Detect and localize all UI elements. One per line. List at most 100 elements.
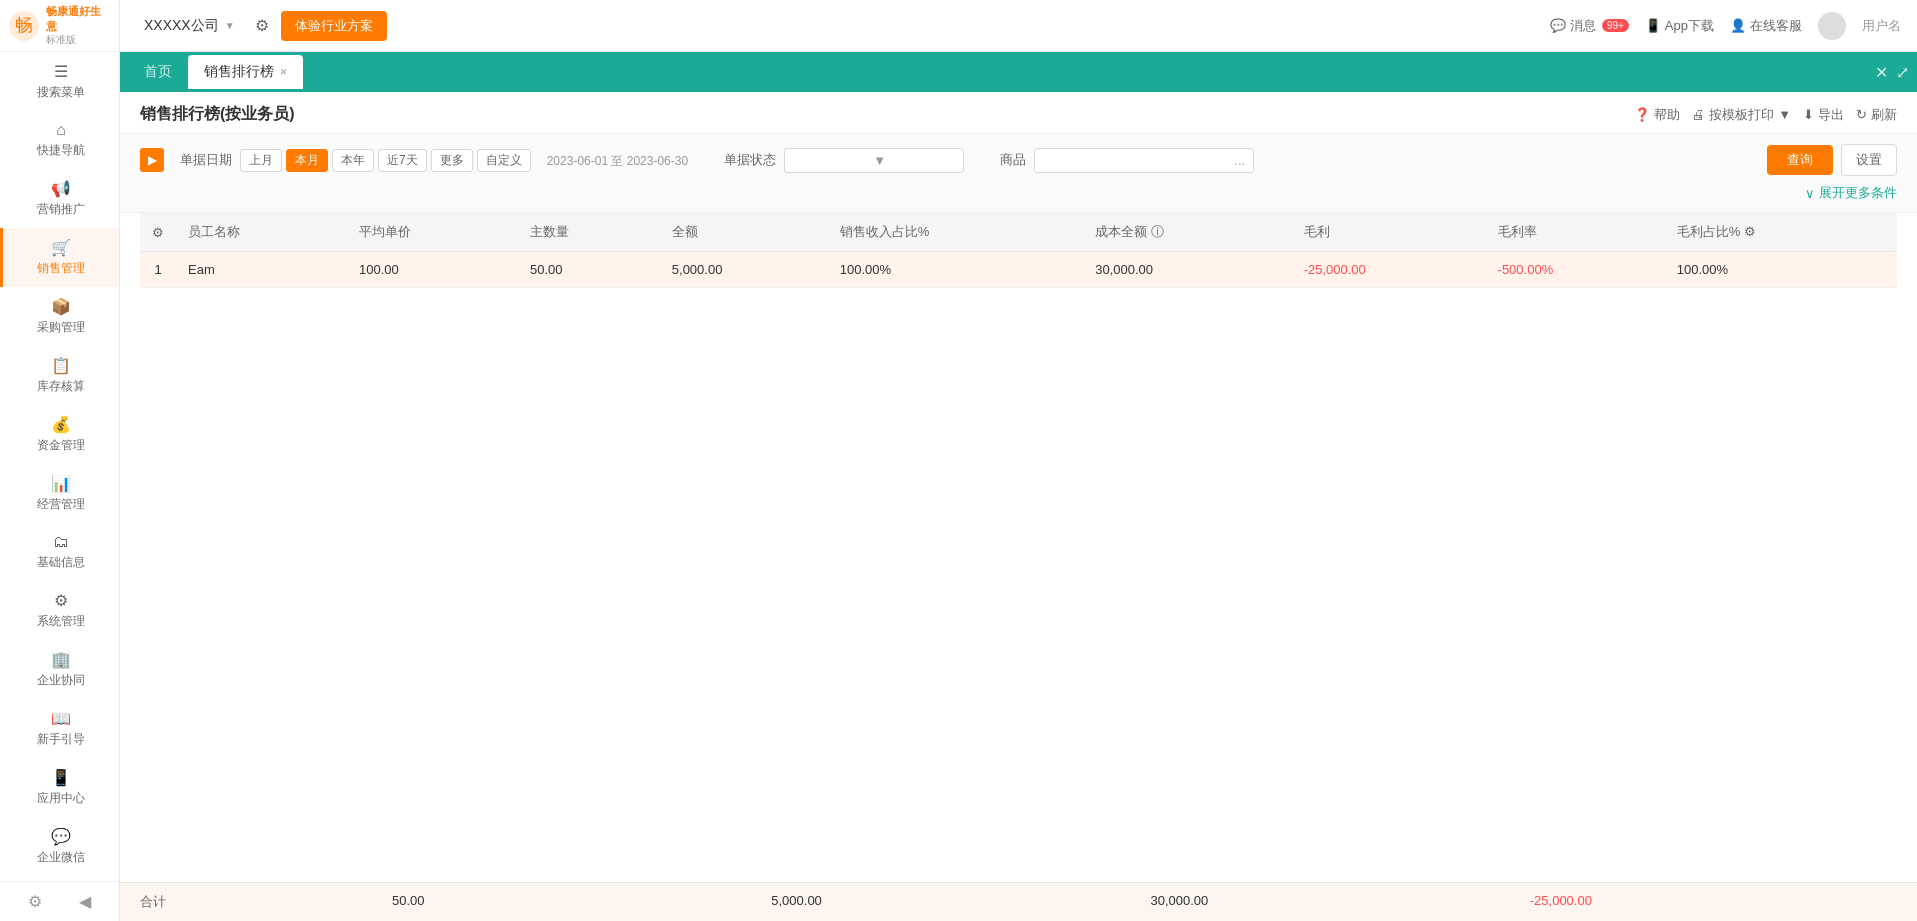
- date-btn-more[interactable]: 更多: [431, 149, 473, 172]
- page-title: 销售排行榜(按业务员): [140, 104, 295, 125]
- cell-qty: 50.00: [518, 252, 660, 288]
- sidebar-item-sales[interactable]: 🛒 销售管理: [0, 228, 119, 287]
- status-select-arrow: ▼: [873, 153, 886, 168]
- date-filter-item: 单据日期 上月 本月 本年 近7天 更多 自定义 2023-06-01 至 20…: [180, 149, 688, 172]
- settings-button[interactable]: 设置: [1841, 144, 1897, 176]
- sidebar-item-guide[interactable]: 📖 新手引导: [0, 699, 119, 758]
- refresh-icon: ↻: [1856, 107, 1867, 122]
- avatar: [1818, 12, 1846, 40]
- sidebar-item-label: 企业微信: [37, 849, 85, 866]
- table-container: ⚙ 员工名称 平均单价 主数量 全额 销售收入占比% 成本全额 ⓘ 毛利 毛利率…: [120, 213, 1917, 882]
- enterprise-icon: 🏢: [51, 650, 71, 669]
- message-button[interactable]: 💬 消息 99+: [1550, 17, 1629, 35]
- print-button[interactable]: 🖨 按模板打印 ▼: [1692, 106, 1791, 124]
- sidebar-item-purchase[interactable]: 📦 采购管理: [0, 287, 119, 346]
- page-actions: ❓ 帮助 🖨 按模板打印 ▼ ⬇ 导出 ↻ 刷新: [1634, 106, 1897, 124]
- company-selector[interactable]: XXXXX公司 ▼: [136, 13, 243, 39]
- sidebar-item-label: 系统管理: [37, 613, 85, 630]
- sidebar-item-label: 营销推广: [37, 201, 85, 218]
- sidebar-item-operations[interactable]: 📊 经营管理: [0, 464, 119, 523]
- table-row: 1Eam100.0050.005,000.00100.00%30,000.00-…: [140, 252, 1897, 288]
- online-support-label: 在线客服: [1750, 17, 1802, 35]
- sidebar-item-label: 搜索菜单: [37, 84, 85, 101]
- wechat-icon: 💬: [51, 827, 71, 846]
- settings-bottom-icon[interactable]: ⚙: [28, 892, 42, 911]
- print-label: 按模板打印: [1709, 106, 1774, 124]
- collapse-sidebar-button[interactable]: ◀: [79, 892, 91, 911]
- tab-bar: 首页 销售排行榜 × ✕ ⤢: [120, 52, 1917, 92]
- cell-gross: -25,000.00: [1292, 252, 1486, 288]
- finance-icon: 💰: [51, 415, 71, 434]
- page-header: 销售排行榜(按业务员) ❓ 帮助 🖨 按模板打印 ▼ ⬇ 导出 ↻ 刷新: [120, 92, 1917, 134]
- support-icon: 👤: [1730, 18, 1746, 33]
- filter-bar: ▶ 单据日期 上月 本月 本年 近7天 更多 自定义 2023-06-01 至 …: [120, 134, 1917, 213]
- print-dropdown-icon: ▼: [1778, 107, 1791, 122]
- sidebar-item-wechat[interactable]: 💬 企业微信: [0, 817, 119, 876]
- expand-chevron-icon: ∨: [1805, 186, 1815, 201]
- date-btn-7days[interactable]: 近7天: [378, 149, 427, 172]
- sidebar-item-enterprise[interactable]: 🏢 企业协同: [0, 640, 119, 699]
- sidebar-item-marketing[interactable]: 📢 营销推广: [0, 169, 119, 228]
- trial-button[interactable]: 体验行业方案: [281, 11, 387, 41]
- cell-amount: 5,000.00: [660, 252, 828, 288]
- date-btn-last-month[interactable]: 上月: [240, 149, 282, 172]
- sidebar-item-quick-nav[interactable]: ⌂ 快捷导航: [0, 111, 119, 169]
- close-tab-icon[interactable]: ✕: [1875, 63, 1888, 82]
- sidebar-item-label: 应用中心: [37, 790, 85, 807]
- goods-filter-label: 商品: [1000, 151, 1026, 169]
- status-filter-item: 单据状态 ▼: [724, 148, 964, 173]
- goods-input[interactable]: ...: [1034, 148, 1254, 173]
- sidebar-item-basic-info[interactable]: 🗂 基础信息: [0, 523, 119, 581]
- header-right: 💬 消息 99+ 📱 App下载 👤 在线客服 用户名: [1550, 12, 1901, 40]
- marketing-icon: 📢: [51, 179, 71, 198]
- sidebar-item-label: 基础信息: [37, 554, 85, 571]
- message-label: 消息: [1570, 17, 1596, 35]
- date-btn-this-year[interactable]: 本年: [332, 149, 374, 172]
- sidebar-item-system[interactable]: ⚙ 系统管理: [0, 581, 119, 640]
- company-dropdown-icon: ▼: [225, 20, 235, 31]
- sidebar-item-app-center[interactable]: 📱 应用中心: [0, 758, 119, 817]
- tab-close-icon[interactable]: ×: [280, 65, 287, 79]
- filter-expand-toggle[interactable]: ▶: [140, 148, 164, 172]
- col-gross-rate-header: 毛利率: [1486, 213, 1665, 252]
- sales-icon: 🛒: [51, 238, 71, 257]
- expand-more-button[interactable]: ∨ 展开更多条件: [1805, 184, 1897, 202]
- export-icon: ⬇: [1803, 107, 1814, 122]
- date-btn-this-month[interactable]: 本月: [286, 149, 328, 172]
- tab-bar-right: ✕ ⤢: [1875, 63, 1909, 82]
- query-button[interactable]: 查询: [1767, 145, 1833, 175]
- guide-icon: 📖: [51, 709, 71, 728]
- sidebar-item-inventory[interactable]: 📋 库存核算: [0, 346, 119, 405]
- help-button[interactable]: ❓ 帮助: [1634, 106, 1680, 124]
- settings-col-icon[interactable]: ⚙: [152, 225, 164, 240]
- expand-more-label: 展开更多条件: [1819, 184, 1897, 202]
- footer-amount: 5,000.00: [759, 893, 1138, 911]
- refresh-button[interactable]: ↻ 刷新: [1856, 106, 1897, 124]
- footer-gross: -25,000.00: [1518, 893, 1897, 911]
- sidebar-item-search-order[interactable]: ☰ 搜索菜单: [0, 52, 119, 111]
- online-support-button[interactable]: 👤 在线客服: [1730, 17, 1802, 35]
- col-amount-header: 全额: [660, 213, 828, 252]
- message-badge: 99+: [1602, 19, 1629, 32]
- date-btn-custom[interactable]: 自定义: [477, 149, 531, 172]
- footer-qty: 50.00: [380, 893, 759, 911]
- home-icon: ⌂: [56, 121, 66, 139]
- sidebar-item-label: 经营管理: [37, 496, 85, 513]
- maximize-icon[interactable]: ⤢: [1896, 63, 1909, 82]
- settings-icon[interactable]: ⚙: [255, 16, 269, 35]
- cell-sales_pct: 100.00%: [828, 252, 1084, 288]
- svg-text:畅: 畅: [15, 15, 33, 35]
- goods-filter-item: 商品 ...: [1000, 148, 1254, 173]
- status-select[interactable]: ▼: [784, 148, 964, 173]
- col-sales-pct-header: 销售收入占比%: [828, 213, 1084, 252]
- export-button[interactable]: ⬇ 导出: [1803, 106, 1844, 124]
- sidebar-item-label: 新手引导: [37, 731, 85, 748]
- tab-home[interactable]: 首页: [128, 55, 188, 89]
- sidebar-item-label: 快捷导航: [37, 142, 85, 159]
- sidebar-item-finance[interactable]: 💰 资金管理: [0, 405, 119, 464]
- table-header-row: ⚙ 员工名称 平均单价 主数量 全额 销售收入占比% 成本全额 ⓘ 毛利 毛利率…: [140, 213, 1897, 252]
- logo-text: 畅康通好生意: [46, 4, 111, 33]
- tab-sales-ranking[interactable]: 销售排行榜 ×: [188, 55, 303, 89]
- app-download-button[interactable]: 📱 App下载: [1645, 17, 1714, 35]
- sidebar: 畅 畅康通好生意 标准版 ☰ 搜索菜单 ⌂ 快捷导航 📢 营销推广 🛒 销售管理…: [0, 0, 120, 921]
